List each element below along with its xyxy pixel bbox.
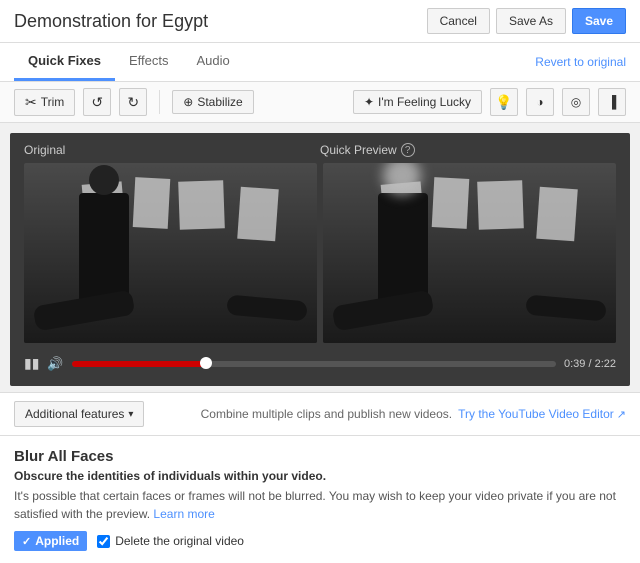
video-labels: Original Quick Preview ? — [24, 143, 616, 157]
brightness-icon[interactable]: 💡 — [490, 88, 518, 116]
page-title: Demonstration for Egypt — [14, 11, 208, 32]
feeling-lucky-button[interactable]: ✦ I'm Feeling Lucky — [353, 90, 482, 114]
tab-effects[interactable]: Effects — [115, 43, 183, 81]
progress-fill — [72, 361, 208, 367]
tabs: Quick Fixes Effects Audio — [14, 43, 244, 81]
rotate-right-icon[interactable]: ↻ — [119, 88, 147, 116]
blur-subtitle: Obscure the identities of individuals wi… — [14, 469, 626, 483]
check-icon: ✓ — [22, 535, 31, 548]
header-buttons: Cancel Save As Save — [427, 8, 626, 34]
tab-audio[interactable]: Audio — [183, 43, 244, 81]
additional-features-button[interactable]: Additional features ▾ — [14, 401, 144, 427]
applied-row: ✓ Applied Delete the original video — [14, 531, 626, 551]
original-label: Original — [24, 143, 320, 157]
stabilize-icon: ⊕ — [183, 95, 193, 109]
yt-editor-link[interactable]: Try the YouTube Video Editor ↗ — [458, 407, 626, 421]
delete-original-label[interactable]: Delete the original video — [97, 534, 244, 548]
saturation-icon[interactable]: ◎ — [562, 88, 590, 116]
tabs-row: Quick Fixes Effects Audio Revert to orig… — [0, 43, 640, 82]
save-button[interactable]: Save — [572, 8, 626, 34]
toolbar-separator — [159, 90, 160, 114]
tab-quick-fixes[interactable]: Quick Fixes — [14, 43, 115, 81]
applied-badge: ✓ Applied — [14, 531, 87, 551]
time-display: 0:39 / 2:22 — [564, 358, 616, 370]
cancel-button[interactable]: Cancel — [427, 8, 490, 34]
video-panels — [24, 163, 616, 343]
volume-button[interactable]: 🔊 — [47, 356, 63, 372]
wand-icon: ✦ — [364, 95, 374, 109]
trim-button[interactable]: ✂ Trim — [14, 89, 75, 116]
combine-text: Combine multiple clips and publish new v… — [201, 407, 452, 421]
blur-section: Blur All Faces Obscure the identities of… — [0, 436, 640, 563]
video-area: Original Quick Preview ? — [10, 133, 630, 386]
revert-button[interactable]: Revert to original — [535, 55, 626, 69]
preview-help-icon[interactable]: ? — [401, 143, 415, 157]
video-controls: ▮▮ 🔊 0:39 / 2:22 — [24, 351, 616, 376]
toolbar: ✂ Trim ↺ ↻ ⊕ Stabilize ✦ I'm Feeling Luc… — [0, 82, 640, 123]
progress-bar[interactable] — [72, 361, 556, 367]
external-link-icon: ↗ — [617, 408, 626, 421]
contrast-icon[interactable]: ◑ — [526, 88, 554, 116]
blur-title: Blur All Faces — [14, 448, 626, 465]
scissors-icon: ✂ — [25, 94, 37, 111]
save-as-button[interactable]: Save As — [496, 8, 566, 34]
chevron-down-icon: ▾ — [128, 409, 133, 420]
learn-more-link[interactable]: Learn more — [153, 507, 214, 521]
delete-original-checkbox[interactable] — [97, 535, 110, 548]
blur-desc: It's possible that certain faces or fram… — [14, 487, 626, 523]
stabilize-button[interactable]: ⊕ Stabilize — [172, 90, 253, 114]
color-icon[interactable]: ▐ — [598, 88, 626, 116]
bottom-bar: Additional features ▾ Combine multiple c… — [0, 392, 640, 436]
header: Demonstration for Egypt Cancel Save As S… — [0, 0, 640, 43]
yt-editor-row: Combine multiple clips and publish new v… — [201, 407, 626, 421]
original-video-panel — [24, 163, 317, 343]
rotate-left-icon[interactable]: ↺ — [83, 88, 111, 116]
pause-button[interactable]: ▮▮ — [24, 355, 39, 372]
preview-label: Quick Preview ? — [320, 143, 616, 157]
progress-thumb — [200, 357, 212, 369]
preview-video-panel — [323, 163, 616, 343]
